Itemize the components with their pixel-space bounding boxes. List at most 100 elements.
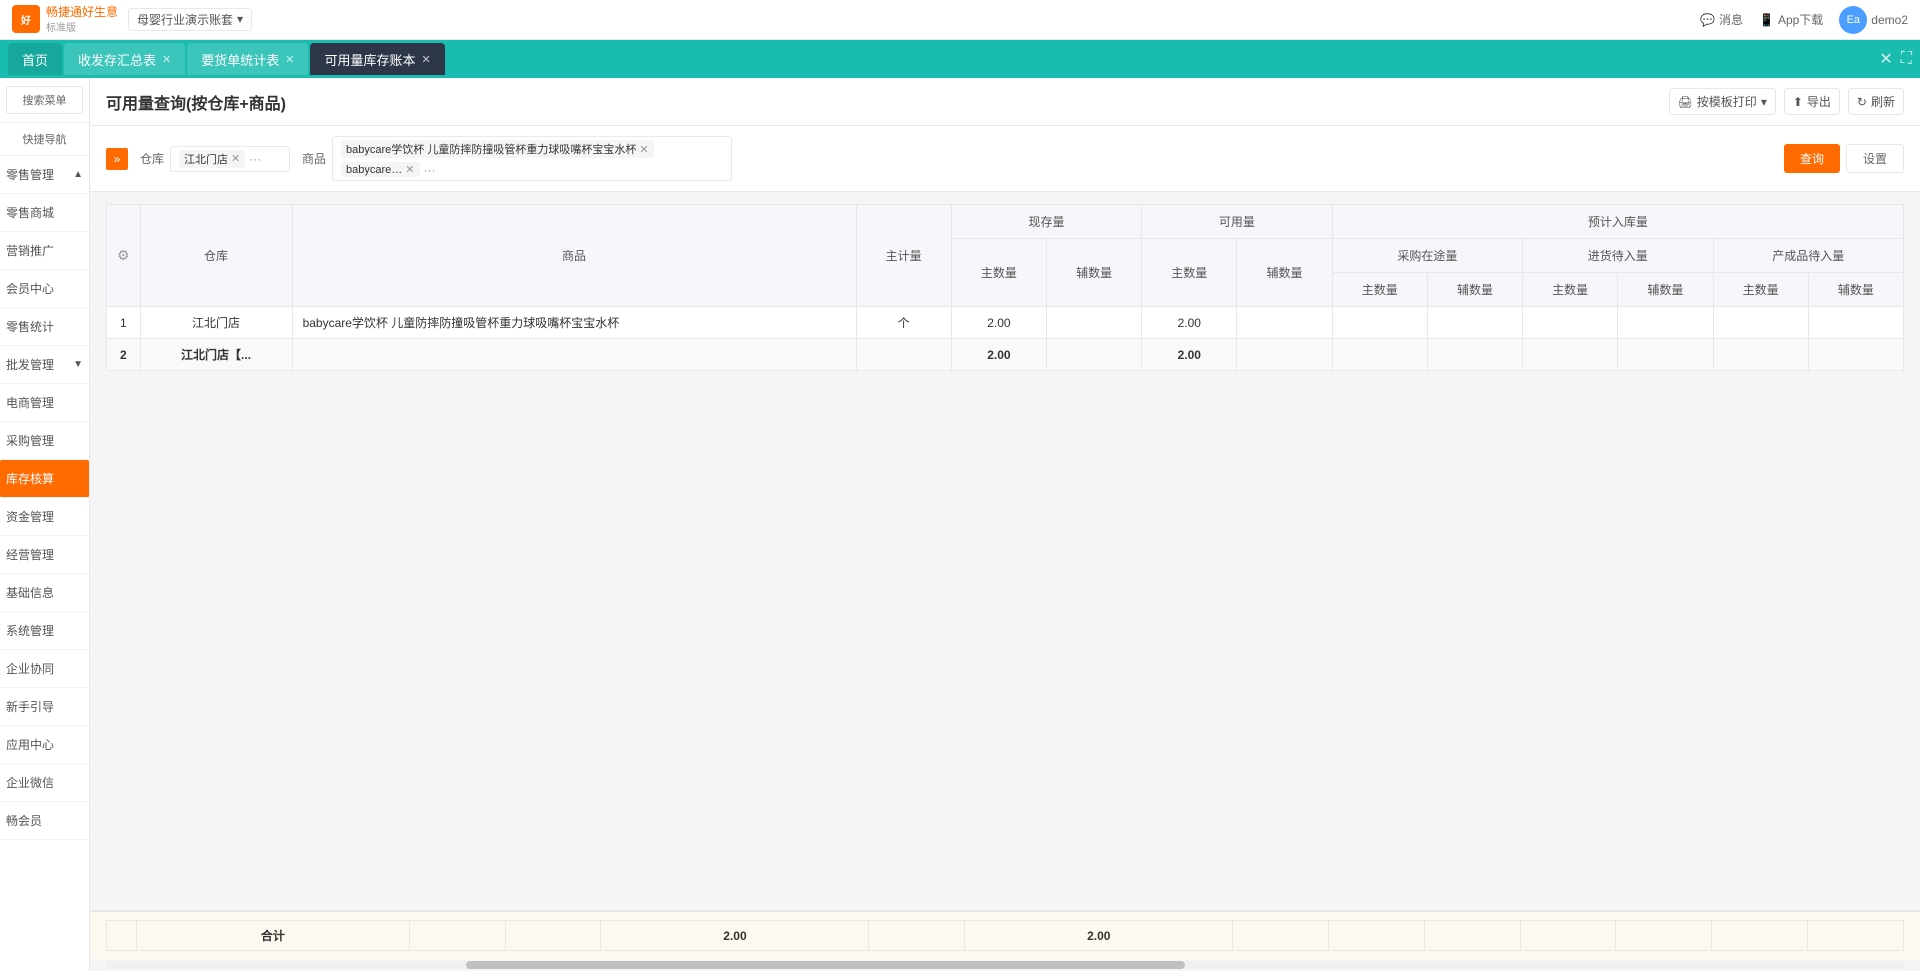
avatar: Ea [1839, 6, 1867, 34]
sidebar-item-ecommerce[interactable]: 电商管理 [0, 384, 89, 422]
th-incoming-aux: 辅数量 [1618, 273, 1713, 307]
sidebar-item-basic[interactable]: 基础信息 [0, 574, 89, 612]
template-print-btn[interactable]: 🖨 按模板打印 ▾ [1669, 88, 1776, 115]
row2-finished-main [1713, 339, 1808, 371]
tab-available-stock-label: 可用量库存账本 [324, 50, 415, 69]
row2-stock-main: 2.00 [951, 339, 1046, 371]
industry-label: 母婴行业演示账套 [137, 11, 233, 28]
product-tag-close[interactable]: ✕ [639, 143, 648, 156]
tab-receive-summary-close[interactable]: ✕ [162, 53, 171, 66]
product-tag-2: babycare… ✕ [341, 162, 419, 177]
settings-btn[interactable]: 设置 [1846, 144, 1904, 173]
sidebar-quick-nav[interactable]: 快捷导航 [0, 123, 89, 156]
warehouse-tag-close[interactable]: ✕ [231, 152, 240, 165]
settings-icon[interactable]: ⚙ [117, 247, 130, 263]
row2-available-aux [1237, 339, 1332, 371]
sidebar-item-operations-label: 经营管理 [6, 546, 54, 563]
row1-incoming-main [1523, 307, 1618, 339]
tab-home-label: 首页 [22, 50, 48, 69]
tab-order-stats-label: 要货单统计表 [201, 50, 279, 69]
horizontal-scrollbar[interactable] [90, 959, 1920, 971]
sidebar: 搜索菜单 快捷导航 零售管理 ▲ 零售商城 营销推广 会员中心 零售统计 批发管… [0, 78, 90, 971]
message-icon: 💬 [1700, 13, 1715, 27]
tab-available-stock-close[interactable]: ✕ [422, 53, 431, 66]
app-download-btn[interactable]: 📱 App下载 [1759, 11, 1823, 28]
warehouse-filter: 仓库 江北门店 ✕ ··· [140, 146, 290, 172]
scroll-thumb[interactable] [466, 961, 1185, 969]
tab-bar-right: ✕ ⛶ [1879, 49, 1912, 69]
chevron-down-icon: ▾ [237, 12, 243, 26]
top-bar: 好 畅捷通好生意 标准版 母婴行业演示账套 ▾ 💬 消息 📱 App下载 Ea … [0, 0, 1920, 40]
row2-available-main: 2.00 [1142, 339, 1237, 371]
sidebar-item-retail-stats[interactable]: 零售统计 [0, 308, 89, 346]
footer-stock-total: 2.00 [601, 921, 869, 951]
sidebar-search-btn[interactable]: 搜索菜单 [6, 86, 83, 114]
product-input[interactable]: babycare学饮杯 儿童防摔防撞吸管杯重力球吸嘴杯宝宝水杯 ✕ babyca… [332, 136, 732, 181]
row2-incoming-main [1523, 339, 1618, 371]
sidebar-item-operations[interactable]: 经营管理 [0, 536, 89, 574]
footer-empty-settings [107, 921, 137, 951]
chevron-icon-wholesale: ▼ [73, 359, 83, 370]
footer-product-empty [409, 921, 505, 951]
tab-receive-summary[interactable]: 收发存汇总表 ✕ [64, 43, 185, 75]
th-main-unit: 主计量 [856, 205, 951, 307]
sidebar-item-member-vip[interactable]: 畅会员 [0, 802, 89, 840]
export-icon: ⬆ [1793, 95, 1803, 109]
row2-finished-aux [1808, 339, 1903, 371]
close-all-btn[interactable]: ✕ [1879, 49, 1892, 69]
sidebar-item-enterprise[interactable]: 企业协同 [0, 650, 89, 688]
tab-available-stock[interactable]: 可用量库存账本 ✕ [310, 43, 444, 75]
sidebar-item-retail[interactable]: 零售管理 ▲ [0, 156, 89, 194]
industry-selector[interactable]: 母婴行业演示账套 ▾ [128, 8, 252, 31]
row1-warehouse: 江北门店 [140, 307, 292, 339]
sidebar-item-member[interactable]: 会员中心 [0, 270, 89, 308]
row2-incoming-aux [1618, 339, 1713, 371]
sidebar-item-inventory[interactable]: 库存核算 [0, 460, 89, 498]
bottom-bar: 合计 2.00 2.00 [90, 910, 1920, 959]
row1-finished-main [1713, 307, 1808, 339]
tab-order-stats[interactable]: 要货单统计表 ✕ [187, 43, 308, 75]
th-finished-aux: 辅数量 [1808, 273, 1903, 307]
template-print-label: 按模板打印 [1697, 93, 1757, 110]
user-name: demo2 [1871, 13, 1908, 27]
maximize-btn[interactable]: ⛶ [1901, 50, 1912, 68]
th-purchase-main: 主数量 [1332, 273, 1427, 307]
message-label: 消息 [1719, 11, 1743, 28]
warehouse-tag-value: 江北门店 [184, 151, 228, 167]
sidebar-item-retail-mall[interactable]: 零售商城 [0, 194, 89, 232]
product-tag-value-2: babycare… [346, 164, 402, 176]
row1-unit: 个 [856, 307, 951, 339]
product-filter: 商品 babycare学饮杯 儿童防摔防撞吸管杯重力球吸嘴杯宝宝水杯 ✕ bab… [302, 136, 732, 181]
sidebar-item-system[interactable]: 系统管理 [0, 612, 89, 650]
refresh-btn[interactable]: ↻ 刷新 [1848, 88, 1904, 115]
sidebar-item-enterprise-label: 企业协同 [6, 660, 54, 677]
th-settings[interactable]: ⚙ [107, 205, 141, 307]
warehouse-tag: 江北门店 ✕ [179, 150, 245, 168]
sidebar-item-app-center[interactable]: 应用中心 [0, 726, 89, 764]
product-tag-close-2[interactable]: ✕ [405, 163, 414, 176]
row1-finished-aux [1808, 307, 1903, 339]
logo-icon: 好 [12, 5, 40, 33]
sidebar-item-finance[interactable]: 资金管理 [0, 498, 89, 536]
chevron-down-icon: ▾ [1761, 95, 1767, 109]
warehouse-input[interactable]: 江北门店 ✕ ··· [170, 146, 290, 172]
query-btn[interactable]: 查询 [1784, 144, 1840, 173]
user-avatar-area[interactable]: Ea demo2 [1839, 6, 1908, 34]
row2-purchase-aux [1427, 339, 1522, 371]
table-row: 2 江北门店【... 2.00 2.00 [107, 339, 1904, 371]
th-stock-main: 主数量 [951, 239, 1046, 307]
sidebar-item-newbie[interactable]: 新手引导 [0, 688, 89, 726]
message-btn[interactable]: 💬 消息 [1700, 11, 1743, 28]
filter-expand-btn[interactable]: » [106, 148, 128, 170]
th-expected-in: 预计入库量 [1332, 205, 1903, 239]
chevron-icon: ▲ [73, 169, 83, 180]
sidebar-item-enterprise-wechat[interactable]: 企业微信 [0, 764, 89, 802]
sidebar-item-purchase[interactable]: 采购管理 [0, 422, 89, 460]
sidebar-item-marketing[interactable]: 营销推广 [0, 232, 89, 270]
footer-available-total: 2.00 [965, 921, 1233, 951]
tab-order-stats-close[interactable]: ✕ [285, 53, 294, 66]
export-btn[interactable]: ⬆ 导出 [1784, 88, 1840, 115]
row1-purchase-main [1332, 307, 1427, 339]
sidebar-item-wholesale[interactable]: 批发管理 ▼ [0, 346, 89, 384]
tab-home[interactable]: 首页 [8, 43, 62, 75]
